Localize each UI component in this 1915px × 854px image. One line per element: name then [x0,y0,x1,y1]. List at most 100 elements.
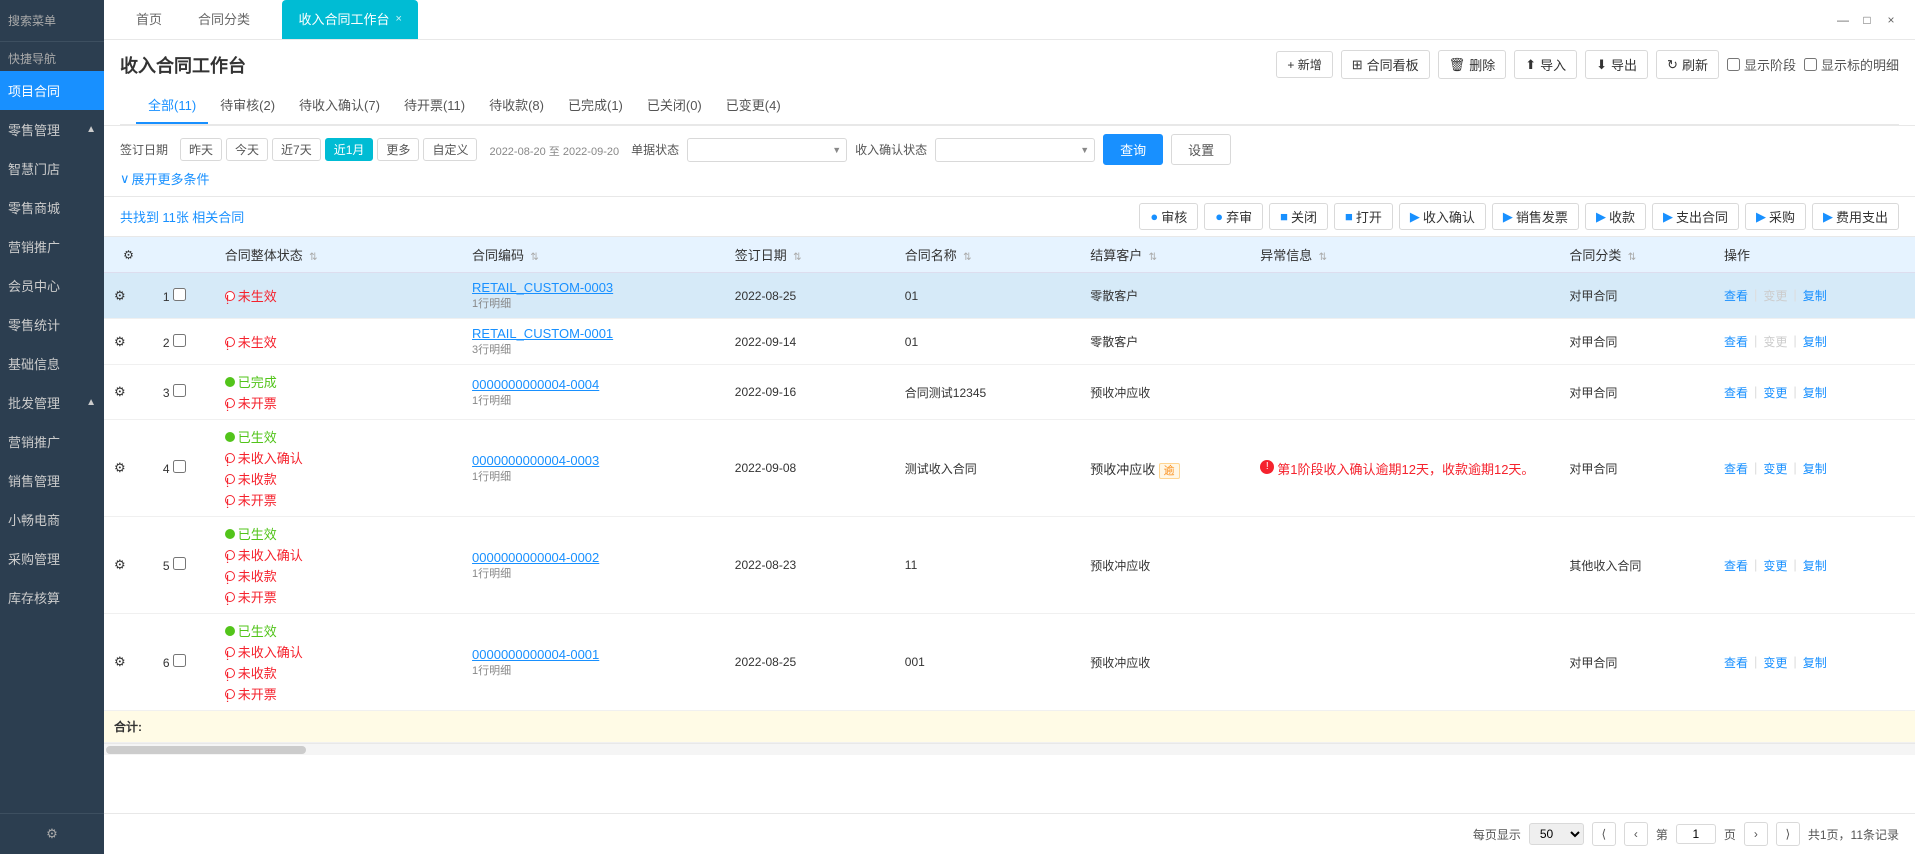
next-page-btn[interactable]: › [1744,822,1768,846]
action-view-1[interactable]: 查看 [1724,287,1748,304]
abandon-btn[interactable]: ● 弃审 [1204,203,1263,230]
minimize-button[interactable]: — [1835,12,1851,28]
action-view-3[interactable]: 查看 [1724,384,1748,401]
col-error-header[interactable]: 异常信息 ⇅ [1250,237,1559,273]
sub-tab-changed[interactable]: 已变更(4) [714,87,793,124]
maximize-button[interactable]: □ [1859,12,1875,28]
action-change-2[interactable]: 变更 [1763,333,1787,350]
date-btn-today[interactable]: 今天 [226,138,268,161]
action-copy-1[interactable]: 复制 [1803,287,1827,304]
fee-out-btn[interactable]: ▶ 费用支出 [1812,203,1899,230]
cell-settings-1[interactable]: ⚙ [104,273,153,319]
action-change-4[interactable]: 变更 [1763,460,1787,477]
row-checkbox-1[interactable] [173,288,186,301]
open-btn[interactable]: ■ 打开 [1334,203,1393,230]
contract-link-4[interactable]: 0000000000004-0003 [472,453,599,468]
page-size-select[interactable]: 102050100 [1529,823,1584,845]
settings-icon-1[interactable]: ⚙ [114,288,126,303]
row-checkbox-3[interactable] [173,384,186,397]
date-btn-more[interactable]: 更多 [377,138,419,161]
sub-tab-all[interactable]: 全部(11) [136,87,208,124]
prev-page-btn[interactable]: ‹ [1624,822,1648,846]
settings-icon-3[interactable]: ⚙ [114,384,126,399]
first-page-btn[interactable]: ⟨ [1592,822,1616,846]
settings-icon-5[interactable]: ⚙ [114,557,126,572]
contract-link-6[interactable]: 0000000000004-0001 [472,647,599,662]
collect-btn[interactable]: ▶ 收款 [1585,203,1646,230]
cell-settings-6[interactable]: ⚙ [104,614,153,711]
expand-more-btn[interactable]: ∨ 展开更多条件 [120,169,1899,188]
action-copy-2[interactable]: 复制 [1803,333,1827,350]
sub-tab-pending-collect[interactable]: 待收款(8) [477,87,556,124]
cell-settings-4[interactable]: ⚙ [104,420,153,517]
action-copy-6[interactable]: 复制 [1803,654,1827,671]
close-window-button[interactable]: × [1883,12,1899,28]
action-change-3[interactable]: 变更 [1763,384,1787,401]
settings-icon-2[interactable]: ⚙ [114,334,126,349]
settings-icon-6[interactable]: ⚙ [114,654,126,669]
col-date-header[interactable]: 签订日期 ⇅ [725,237,895,273]
income-confirm-btn[interactable]: ▶ 收入确认 [1399,203,1486,230]
tab-home[interactable]: 首页 [120,0,178,39]
contract-link-3[interactable]: 0000000000004-0004 [472,377,599,392]
sidebar-item-marketing[interactable]: 营销推广 [0,227,104,266]
sidebar-item-project[interactable]: 项目合同 [0,71,104,110]
action-copy-4[interactable]: 复制 [1803,460,1827,477]
row-checkbox-2[interactable] [173,334,186,347]
tab-contract-cat[interactable]: 合同分类 × [182,0,278,39]
sales-invoice-btn[interactable]: ▶ 销售发票 [1492,203,1579,230]
confirm-status-select[interactable] [935,138,1095,162]
sidebar-item-wholesale[interactable]: 批发管理 ▲ [0,383,104,422]
date-btn-custom[interactable]: 自定义 [423,138,477,161]
col-settings[interactable]: ⚙ [104,237,153,273]
import-button[interactable]: ⬆ 导入 [1514,50,1577,79]
expense-out-btn[interactable]: ▶ 支出合同 [1652,203,1739,230]
setting-button[interactable]: 设置 [1171,134,1231,165]
board-button[interactable]: ⊞ 合同看板 [1341,50,1430,79]
page-input[interactable] [1676,824,1716,844]
date-btn-1month[interactable]: 近1月 [325,138,374,161]
gear-icon[interactable]: ⚙ [8,826,96,842]
sub-tab-pending-confirm[interactable]: 待收入确认(7) [287,87,392,124]
contract-link-2[interactable]: RETAIL_CUSTOM-0001 [472,326,613,341]
contract-link-1[interactable]: RETAIL_CUSTOM-0003 [472,280,613,295]
sidebar-item-xiaochang[interactable]: 小畅电商 [0,500,104,539]
sidebar-item-purchase[interactable]: 采购管理 [0,539,104,578]
sidebar-item-sales-mgmt[interactable]: 销售管理 [0,461,104,500]
refresh-button[interactable]: ↻ 刷新 [1656,50,1719,79]
col-code-header[interactable]: 合同编码 ⇅ [462,237,725,273]
sidebar-item-member[interactable]: 会员中心 [0,266,104,305]
date-btn-yesterday[interactable]: 昨天 [180,138,222,161]
row-checkbox-6[interactable] [173,654,186,667]
cell-settings-3[interactable]: ⚙ [104,365,153,420]
close-icon[interactable]: × [256,13,262,25]
sidebar-item-basic-info[interactable]: 基础信息 [0,344,104,383]
review-btn[interactable]: ● 审核 [1139,203,1198,230]
row-checkbox-4[interactable] [173,460,186,473]
action-view-6[interactable]: 查看 [1724,654,1748,671]
sidebar-item-inventory[interactable]: 库存核算 [0,578,104,617]
show-label-checkbox[interactable] [1804,58,1817,71]
doc-status-select[interactable] [687,138,847,162]
sub-tab-pending-invoice[interactable]: 待开票(11) [392,87,477,124]
action-view-5[interactable]: 查看 [1724,557,1748,574]
new-button[interactable]: + 新增 [1276,51,1332,78]
row-checkbox-5[interactable] [173,557,186,570]
close-icon-active[interactable]: × [395,13,401,25]
delete-button[interactable]: 🗑 删除 [1438,50,1507,79]
sidebar-item-marketing2[interactable]: 营销推广 [0,422,104,461]
col-customer-header[interactable]: 结算客户 ⇅ [1080,237,1250,273]
action-change-5[interactable]: 变更 [1763,557,1787,574]
scrollbar-thumb[interactable] [106,746,306,754]
horizontal-scrollbar[interactable] [104,743,1915,755]
show-stage-checkbox-label[interactable]: 显示阶段 [1727,55,1796,74]
purchase-btn[interactable]: ▶ 采购 [1745,203,1806,230]
col-status-header[interactable]: 合同整体状态 ⇅ [215,237,462,273]
date-btn-7days[interactable]: 近7天 [272,138,321,161]
show-label-checkbox-label[interactable]: 显示标的明细 [1804,55,1899,74]
sub-tab-pending-review[interactable]: 待审核(2) [208,87,287,124]
action-copy-3[interactable]: 复制 [1803,384,1827,401]
action-change-6[interactable]: 变更 [1763,654,1787,671]
cell-settings-5[interactable]: ⚙ [104,517,153,614]
close-btn[interactable]: ■ 关闭 [1269,203,1328,230]
